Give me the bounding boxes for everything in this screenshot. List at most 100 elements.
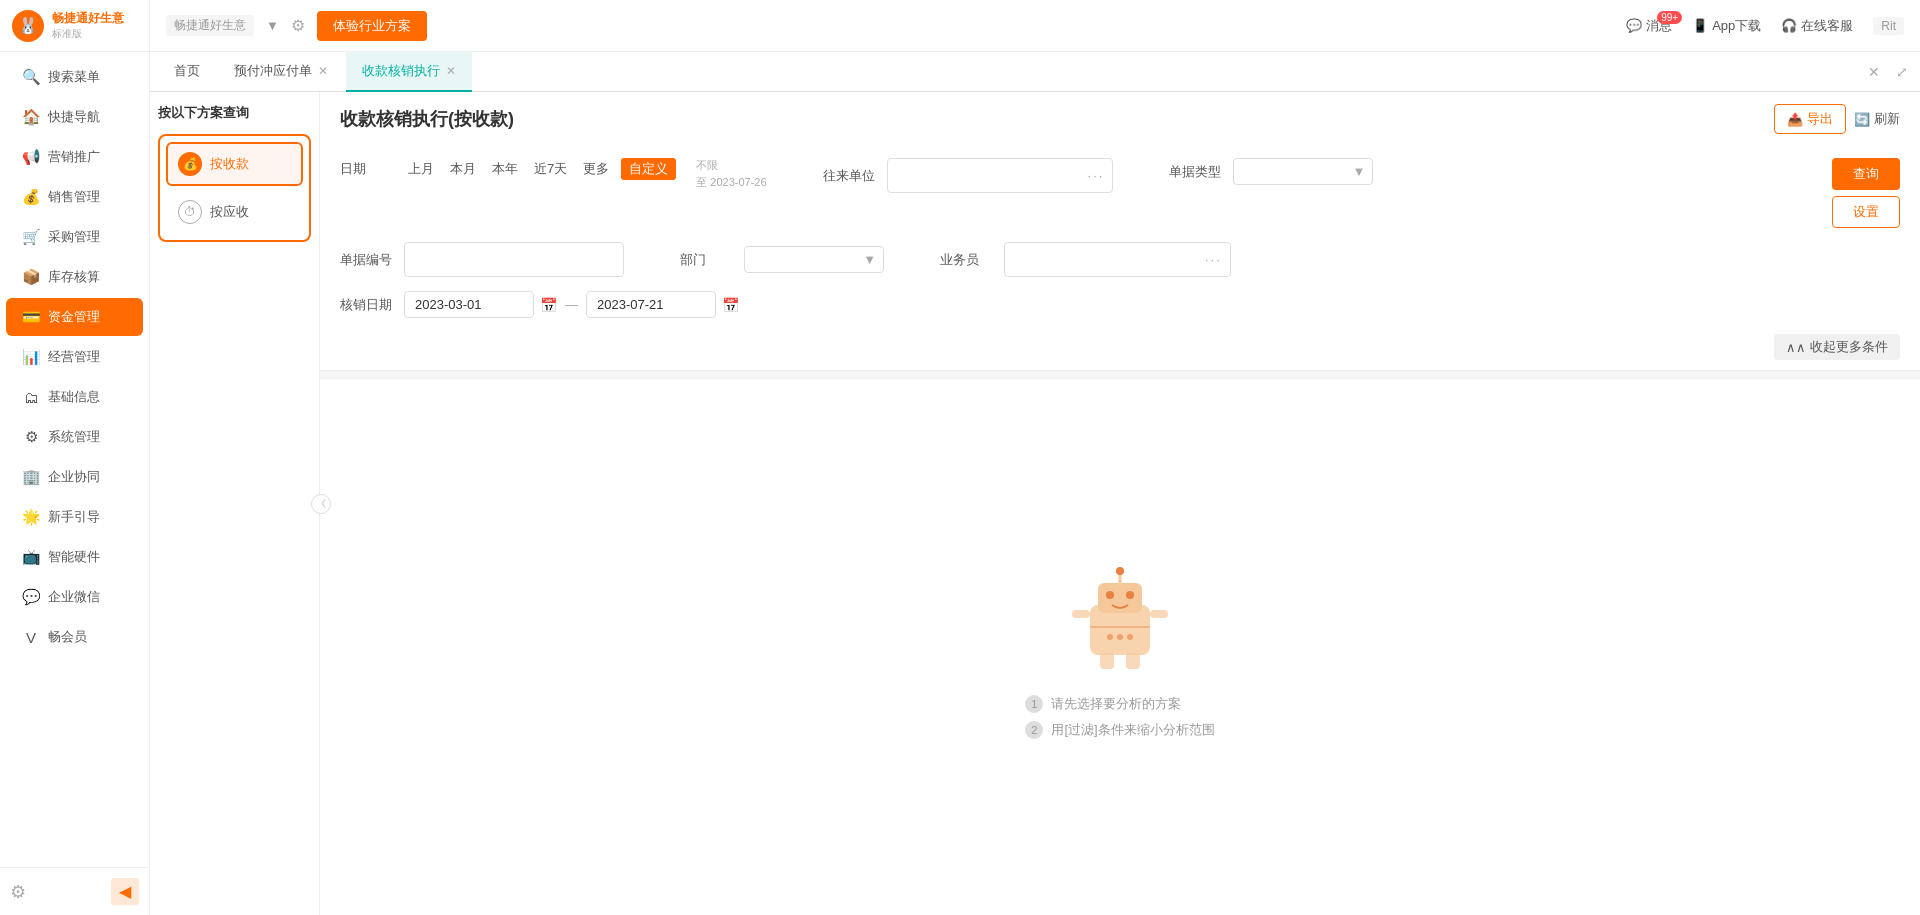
filter-container: 日期 上月 本月 本年 近7天 更多 自定义 不限 至 2023-07-26 <box>320 142 1920 371</box>
date-last-7days[interactable]: 近7天 <box>530 158 571 180</box>
sidebar-item-hardware[interactable]: 📺 智能硬件 <box>6 538 143 576</box>
date-custom[interactable]: 自定义 <box>621 158 676 180</box>
export-icon: 📤 <box>1787 112 1803 127</box>
sidebar-item-purchase[interactable]: 🛒 采购管理 <box>6 218 143 256</box>
sidebar-logo: 🐰 畅捷通好生意 标准版 <box>0 0 149 52</box>
verify-date-start-input[interactable]: 2023-03-01 <box>404 291 534 318</box>
hint-2-number: 2 <box>1025 721 1043 739</box>
verify-date-label: 核销日期 <box>340 296 396 314</box>
query-box: 💰 按收款 ⏱ 按应收 <box>158 134 311 242</box>
main-area: 畅捷通好生意 ▼ ⚙ 体验行业方案 💬 消息 99+ 📱 App下载 🎧 在线客… <box>150 0 1920 915</box>
verify-date-end-input[interactable]: 2023-07-21 <box>586 291 716 318</box>
sidebar-item-label-marketing: 营销推广 <box>48 148 100 166</box>
topbar: 畅捷通好生意 ▼ ⚙ 体验行业方案 💬 消息 99+ 📱 App下载 🎧 在线客… <box>150 0 1920 52</box>
settings-icon[interactable]: ⚙ <box>10 881 26 903</box>
collapse-more-button[interactable]: ∧∧ 收起更多条件 <box>1774 334 1900 360</box>
sidebar-item-enterprise[interactable]: 🏢 企业协同 <box>6 458 143 496</box>
sidebar-nav: 🔍 搜索菜单 🏠 快捷导航 📢 营销推广 💰 销售管理 🛒 采购管理 <box>0 52 149 867</box>
tab-home[interactable]: 首页 <box>158 52 216 92</box>
wechat-biz-icon: 💬 <box>22 588 40 606</box>
counterpart-input-group: ··· <box>887 158 1114 193</box>
counterpart-dots[interactable]: ··· <box>1088 168 1105 183</box>
sidebar-item-label-purchase: 采购管理 <box>48 228 100 246</box>
tab-receipt-offset-close[interactable]: ✕ <box>446 64 456 78</box>
sidebar-item-sys-mgmt[interactable]: ⚙ 系统管理 <box>6 418 143 456</box>
sidebar-item-member[interactable]: V 畅会员 <box>6 618 143 656</box>
sidebar-item-inventory[interactable]: 📦 库存核算 <box>6 258 143 296</box>
export-button[interactable]: 📤 导出 <box>1774 104 1846 134</box>
tab-prepay-close[interactable]: ✕ <box>318 64 328 78</box>
search-icon: 🔍 <box>22 68 40 86</box>
verify-date-start-group: 2023-03-01 📅 <box>404 291 557 318</box>
date-to: 至 2023-07-26 <box>696 175 766 190</box>
dept-label: 部门 <box>680 251 736 269</box>
user-name[interactable]: Rit <box>1873 17 1904 35</box>
sidebar-item-finance[interactable]: 💳 资金管理 <box>6 298 143 336</box>
verify-date-end-group: 2023-07-21 📅 <box>586 291 739 318</box>
date-this-year[interactable]: 本年 <box>488 158 522 180</box>
empty-illustration <box>1060 555 1180 675</box>
svg-rect-6 <box>1072 610 1090 618</box>
sidebar-item-search[interactable]: 🔍 搜索菜单 <box>6 58 143 96</box>
sidebar-item-wechat-biz[interactable]: 💬 企业微信 <box>6 578 143 616</box>
sidebar-item-label-hardware: 智能硬件 <box>48 548 100 566</box>
sidebar-item-marketing[interactable]: 📢 营销推广 <box>6 138 143 176</box>
sidebar-item-label-search: 搜索菜单 <box>48 68 100 86</box>
sidebar-item-quick-nav[interactable]: 🏠 快捷导航 <box>6 98 143 136</box>
expand-icon[interactable]: ⤢ <box>1892 60 1912 84</box>
panel-collapse-button[interactable]: 《 <box>311 494 331 514</box>
doc-no-input-group <box>404 242 624 277</box>
svg-point-2 <box>1106 591 1114 599</box>
industry-solution-button[interactable]: 体验行业方案 <box>317 11 427 41</box>
date-more[interactable]: 更多 <box>579 158 613 180</box>
message-icon: 💬 <box>1626 18 1642 33</box>
date-last-month[interactable]: 上月 <box>404 158 438 180</box>
refresh-button[interactable]: 🔄 刷新 <box>1854 110 1900 128</box>
staff-label: 业务员 <box>940 251 996 269</box>
sidebar-item-label-member: 畅会员 <box>48 628 87 646</box>
message-button[interactable]: 💬 消息 99+ <box>1626 17 1672 35</box>
sidebar-item-sales[interactable]: 💰 销售管理 <box>6 178 143 216</box>
settings-button[interactable]: 设置 <box>1832 196 1900 228</box>
service-icon: 🎧 <box>1781 18 1797 33</box>
query-button[interactable]: 查询 <box>1832 158 1900 190</box>
app-download-button[interactable]: 📱 App下载 <box>1692 17 1761 35</box>
sidebar-item-label-beginner: 新手引导 <box>48 508 100 526</box>
sidebar-item-base-info[interactable]: 🗂 基础信息 <box>6 378 143 416</box>
svg-point-11 <box>1107 634 1113 640</box>
staff-dots[interactable]: ··· <box>1205 252 1222 267</box>
empty-hints: 1 请先选择要分析的方案 2 用[过滤]条件来缩小分析范围 <box>1025 695 1214 739</box>
svg-point-13 <box>1127 634 1133 640</box>
close-all-tabs-icon[interactable]: ✕ <box>1864 60 1884 84</box>
online-service-button[interactable]: 🎧 在线客服 <box>1781 17 1853 35</box>
hint-2-text: 用[过滤]条件来缩小分析范围 <box>1051 721 1214 739</box>
sidebar-item-biz-mgmt[interactable]: 📊 经营管理 <box>6 338 143 376</box>
hardware-icon: 📺 <box>22 548 40 566</box>
tab-receipt-offset[interactable]: 收款核销执行 ✕ <box>346 52 472 92</box>
query-item-by-receivable[interactable]: ⏱ 按应收 <box>166 190 303 234</box>
date-this-month[interactable]: 本月 <box>446 158 480 180</box>
tab-prepay[interactable]: 预付冲应付单 ✕ <box>218 52 344 92</box>
dropdown-icon[interactable]: ▼ <box>266 18 279 33</box>
collapse-icon[interactable]: ◀ <box>111 878 139 905</box>
date-options: 上月 本月 本年 近7天 更多 自定义 <box>404 158 676 180</box>
query-item-by-receipt[interactable]: 💰 按收款 <box>166 142 303 186</box>
date-filter-group: 日期 上月 本月 本年 近7天 更多 自定义 <box>340 158 676 180</box>
sidebar-item-beginner[interactable]: 🌟 新手引导 <box>6 498 143 536</box>
settings-icon-topbar[interactable]: ⚙ <box>291 16 305 35</box>
svg-rect-7 <box>1150 610 1168 618</box>
verify-start-calendar-icon[interactable]: 📅 <box>540 297 557 313</box>
quick-nav-icon: 🏠 <box>22 108 40 126</box>
svg-point-12 <box>1117 634 1123 640</box>
verify-end-calendar-icon[interactable]: 📅 <box>722 297 739 313</box>
dept-select[interactable] <box>744 246 884 273</box>
doc-type-select[interactable] <box>1233 158 1373 185</box>
member-icon: V <box>22 629 40 646</box>
topbar-brand: 畅捷通好生意 <box>166 15 254 36</box>
sidebar-item-label-quick-nav: 快捷导航 <box>48 108 100 126</box>
counterpart-input[interactable] <box>896 163 1084 188</box>
staff-input[interactable] <box>1013 247 1201 272</box>
biz-mgmt-icon: 📊 <box>22 348 40 366</box>
svg-point-5 <box>1116 567 1124 575</box>
doc-no-input[interactable] <box>413 247 615 272</box>
